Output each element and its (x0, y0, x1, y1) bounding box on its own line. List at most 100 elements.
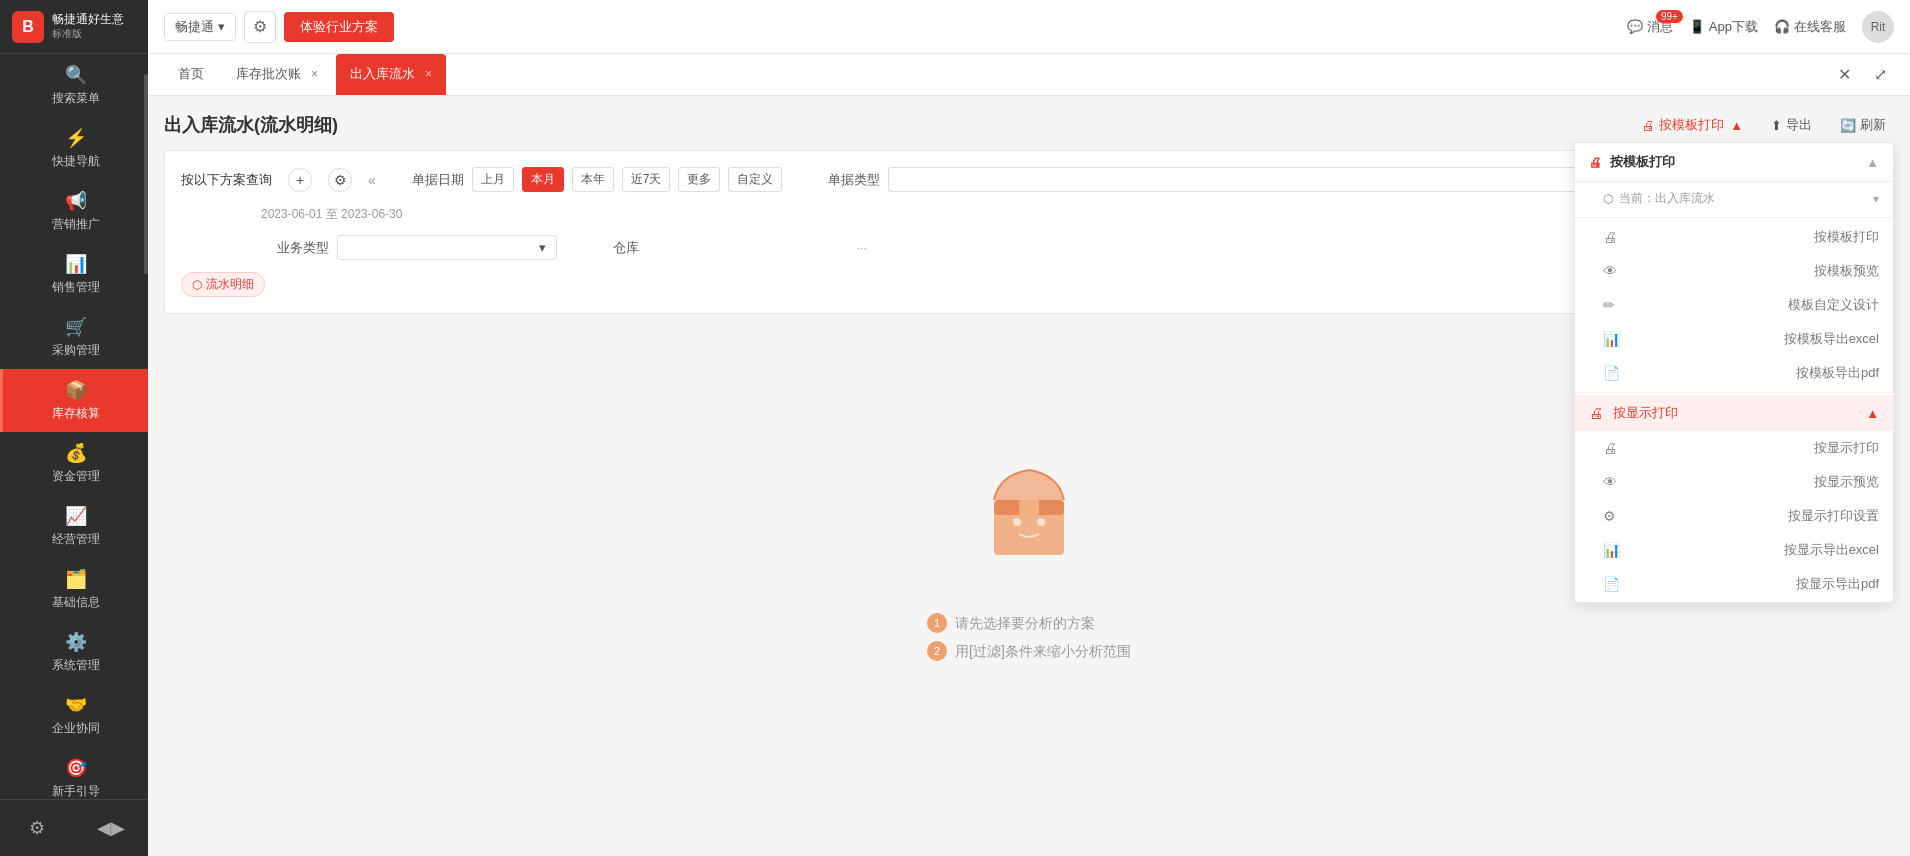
search-icon: 🔍 (65, 64, 87, 86)
sidebar-item-system[interactable]: ⚙️ 系统管理 (0, 621, 148, 684)
message-btn[interactable]: 💬 消息 99+ (1627, 18, 1673, 36)
filter-set-btn[interactable]: ⚙ (328, 168, 352, 192)
guide-icon: 🎯 (65, 757, 87, 779)
empty-illustration (969, 450, 1089, 589)
print-template-export-excel-item[interactable]: 📊 按模板导出excel (1575, 322, 1893, 356)
main-area: 畅捷通 ▾ ⚙ 体验行业方案 💬 消息 99+ 📱 App下载 🎧 在线客服 (148, 0, 1910, 856)
sidebar-item-guide[interactable]: 🎯 新手引导 (0, 747, 148, 799)
print-dropdown-collapse-icon[interactable]: ▲ (1866, 155, 1879, 170)
sidebar-item-finance-label: 资金管理 (52, 468, 100, 485)
phone-icon: 📱 (1689, 19, 1705, 34)
export-btn[interactable]: ⬆ 导出 (1763, 112, 1820, 138)
display-preview-icon: 👁 (1603, 474, 1617, 490)
inventory-icon: 📦 (65, 379, 87, 401)
date-btn-custom[interactable]: 自定义 (728, 167, 782, 192)
tab-batch-account[interactable]: 库存批次账 × (222, 54, 332, 95)
display-section-label: 按显示打印 (1613, 404, 1678, 422)
print-display-print-item[interactable]: 🖨 按显示打印 (1575, 431, 1893, 465)
enterprise-icon: 🤝 (65, 694, 87, 716)
warehouse-label: 仓库 (613, 239, 639, 257)
export-icon: ⬆ (1771, 118, 1782, 133)
online-service-btn[interactable]: 🎧 在线客服 (1774, 18, 1846, 36)
biz-type-selector[interactable]: ▾ (337, 235, 557, 260)
print-dropdown-scrollable: ⬡ 当前：出入库流水 ▾ 🖨 按模板打印 👁 按模板预览 (1575, 182, 1893, 602)
tab-in-out-flow-close[interactable]: × (425, 67, 432, 81)
sidebar-item-purchase[interactable]: 🛒 采购管理 (0, 306, 148, 369)
tab-close-all-btn[interactable]: ✕ (1830, 61, 1858, 89)
print-display-section-header[interactable]: 🖨 按显示打印 ▲ (1575, 395, 1893, 431)
page-title-bar: 出入库流水(流水明细) 🖨 按模板打印 ▲ ⬆ 导出 🔄 刷新 (164, 112, 1894, 138)
display-section-icon: 🖨 (1589, 405, 1603, 421)
sales-icon: 📊 (65, 253, 87, 275)
user-avatar[interactable]: Rit (1862, 11, 1894, 43)
date-btn-more[interactable]: 更多 (678, 167, 720, 192)
display-settings-icon: ⚙ (1603, 508, 1616, 524)
date-btn-last-month[interactable]: 上月 (472, 167, 514, 192)
sidebar-item-quick-nav[interactable]: ⚡ 快捷导航 (0, 117, 148, 180)
sidebar-item-inventory[interactable]: 📦 库存核算 (0, 369, 148, 432)
tab-maximize-btn[interactable]: ⤢ (1866, 61, 1894, 89)
sidebar-item-finance[interactable]: 💰 资金管理 (0, 432, 148, 495)
display-section-collapse[interactable]: ▲ (1866, 406, 1879, 421)
sidebar-item-search-label: 搜索菜单 (52, 90, 100, 107)
sidebar-item-marketing-label: 营销推广 (52, 216, 100, 233)
template-print-label: 按模板打印 (1814, 228, 1879, 246)
filter-collapse-icon[interactable]: « (368, 172, 376, 188)
empty-step-1: 1 请先选择要分析的方案 (927, 609, 1131, 637)
tab-home-label: 首页 (178, 65, 204, 83)
refresh-btn[interactable]: 🔄 刷新 (1832, 112, 1894, 138)
print-dropdown-header: 🖨 按模板打印 ▲ (1575, 143, 1893, 182)
print-template-customize-item[interactable]: ✏ 模板自定义设计 (1575, 288, 1893, 322)
print-template-btn[interactable]: 🖨 按模板打印 ▲ (1634, 112, 1751, 138)
print-dropdown-title: 按模板打印 (1610, 153, 1675, 171)
sidebar-item-basic[interactable]: 🗂️ 基础信息 (0, 558, 148, 621)
template-export-pdf-icon: 📄 (1603, 365, 1620, 381)
sidebar-item-search[interactable]: 🔍 搜索菜单 (0, 54, 148, 117)
trial-industry-btn[interactable]: 体验行业方案 (284, 12, 394, 42)
tab-in-out-flow-label: 出入库流水 (350, 65, 415, 83)
date-btn-this-year[interactable]: 本年 (572, 167, 614, 192)
print-display-export-pdf-item[interactable]: 📄 按显示导出pdf (1575, 567, 1893, 601)
company-selector[interactable]: 畅捷通 ▾ (164, 13, 236, 41)
print-dropdown-arrow[interactable]: ▲ (1730, 118, 1743, 133)
gear-icon: ⚙ (253, 17, 267, 36)
filter-add-btn[interactable]: + (288, 168, 312, 192)
print-icon: 🖨 (1642, 118, 1655, 133)
print-template-preview-item[interactable]: 👁 按模板预览 (1575, 254, 1893, 288)
sidebar-item-operation[interactable]: 📈 经营管理 (0, 495, 148, 558)
sidebar-item-sales[interactable]: 📊 销售管理 (0, 243, 148, 306)
basic-icon: 🗂️ (65, 568, 87, 590)
tab-batch-account-close[interactable]: × (311, 67, 318, 81)
filter-tag-detail[interactable]: ⬡ 流水明细 (181, 272, 265, 297)
print-template-export-pdf-item[interactable]: 📄 按模板导出pdf (1575, 356, 1893, 390)
tab-home[interactable]: 首页 (164, 54, 218, 95)
print-display-preview-item[interactable]: 👁 按显示预览 (1575, 465, 1893, 499)
tab-in-out-flow[interactable]: 出入库流水 × (336, 54, 446, 95)
message-badge: 99+ (1656, 10, 1683, 23)
header-settings-btn[interactable]: ⚙ (244, 11, 276, 43)
warehouse-more-icon[interactable]: ··· (856, 240, 867, 255)
template-preview-icon: 👁 (1603, 263, 1617, 279)
app-download-btn[interactable]: 📱 App下载 (1689, 18, 1758, 36)
sidebar: B 畅捷通好生意 标准版 🔍 搜索菜单 ⚡ 快捷导航 📢 营销推广 📊 销售管理… (0, 0, 148, 856)
sidebar-item-basic-label: 基础信息 (52, 594, 100, 611)
print-template-print-item[interactable]: 🖨 按模板打印 (1575, 220, 1893, 254)
date-btn-7days[interactable]: 近7天 (622, 167, 671, 192)
print-display-export-excel-item[interactable]: 📊 按显示导出excel (1575, 533, 1893, 567)
filter-tag-label: 流水明细 (206, 276, 254, 293)
print-display-settings-item[interactable]: ⚙ 按显示打印设置 (1575, 499, 1893, 533)
settings-bottom-btn[interactable]: ⚙ (19, 810, 55, 846)
warehouse-selector[interactable]: ··· (647, 240, 867, 255)
company-name: 畅捷通 (175, 18, 214, 36)
export-label: 导出 (1786, 116, 1812, 134)
print-current-context: ⬡ 当前：出入库流水 ▾ (1575, 182, 1893, 215)
refresh-label: 刷新 (1860, 116, 1886, 134)
date-range-text: 2023-06-01 至 2023-06-30 (261, 207, 402, 221)
divider-2 (1575, 392, 1893, 393)
collapse-sidebar-btn[interactable]: ◀▶ (93, 810, 129, 846)
sidebar-item-marketing[interactable]: 📢 营销推广 (0, 180, 148, 243)
sidebar-item-enterprise[interactable]: 🤝 企业协同 (0, 684, 148, 747)
template-print-icon: 🖨 (1603, 229, 1617, 245)
date-btn-this-month[interactable]: 本月 (522, 167, 564, 192)
template-export-excel-icon: 📊 (1603, 331, 1620, 347)
